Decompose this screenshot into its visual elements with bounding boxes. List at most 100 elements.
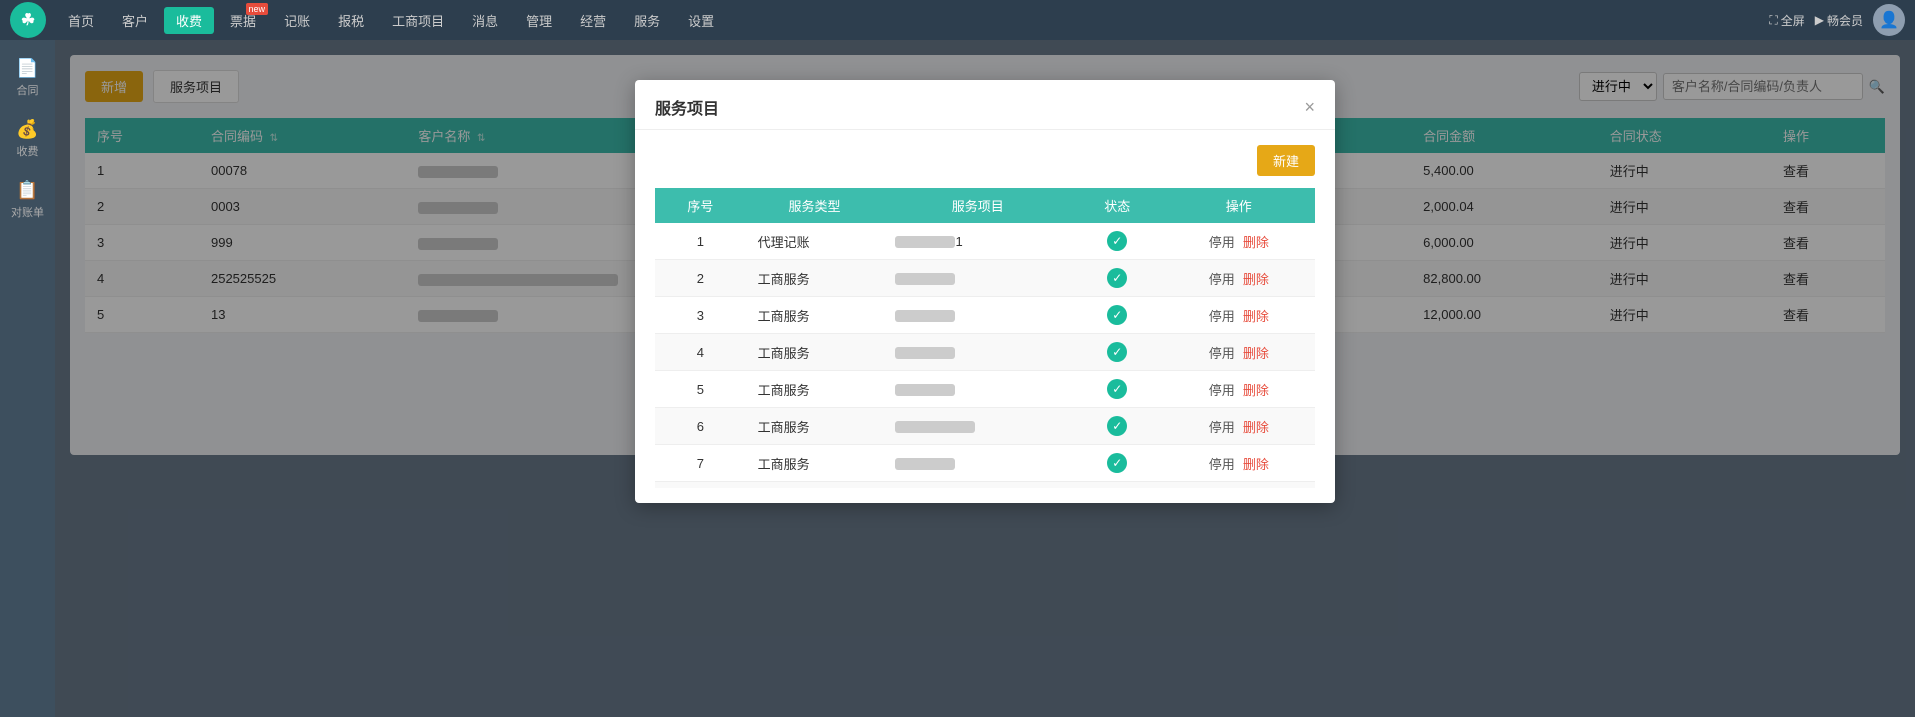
modal-td-actions: 停用删除 [1163,260,1315,297]
user-avatar[interactable]: 👤 [1873,4,1905,36]
modal-table-row: 3工商服务 ✓ 停用删除 [655,297,1315,334]
member-button[interactable]: ▶ 畅会员 [1815,12,1863,29]
modal-new-button[interactable]: 新建 [1257,145,1315,176]
modal-td-item [883,297,1072,334]
delete-button[interactable]: 删除 [1243,457,1269,472]
sidebar-item-fee[interactable]: 💰 收费 [0,111,55,167]
modal-th-status: 状态 [1072,188,1163,223]
modal-td-status: ✓ [1072,371,1163,408]
logo-icon: ☘ [21,10,35,30]
sidebar-item-reconciliation-label: 对账单 [11,204,44,220]
modal-td-status: ✓ [1072,297,1163,334]
disable-button[interactable]: 停用 [1209,420,1235,435]
status-check-icon: ✓ [1107,268,1127,288]
modal-th-item: 服务项目 [883,188,1072,223]
modal-td-actions: 停用删除 [1163,371,1315,408]
modal-td-actions: 停用删除 [1163,223,1315,260]
status-check-icon: ✓ [1107,305,1127,325]
modal-td-num: 2 [655,260,746,297]
disable-button[interactable]: 停用 [1209,457,1235,472]
modal-overlay: 服务项目 × 新建 序号 服务类型 服务项目 [55,40,1915,717]
modal-body: 新建 序号 服务类型 服务项目 状态 操作 [635,130,1335,503]
new-badge-tag: new [246,3,269,15]
modal-td-status: ✓ [1072,223,1163,260]
nav-message[interactable]: 消息 [460,7,510,34]
modal-td-num: 4 [655,334,746,371]
nav-business[interactable]: 工商项目 [380,7,456,34]
nav-invoice-label: 票据 [230,14,256,29]
modal-td-type: 代理记账 [746,223,884,260]
modal-td-num: 1 [655,223,746,260]
modal-td-item [883,445,1072,482]
modal-td-status: ✓ [1072,445,1163,482]
top-nav-right: ⛶ 全屏 ▶ 畅会员 👤 [1769,4,1905,36]
modal-td-status: ✓ [1072,334,1163,371]
app-body: 📄 合同 💰 收费 📋 对账单 新增 服务项目 进行中 已完成 已终止 [0,40,1915,717]
modal-td-num: 7 [655,445,746,482]
disable-button[interactable]: 停用 [1209,346,1235,361]
nav-fee[interactable]: 收费 [164,7,214,34]
modal-td-actions: 停用删除 [1163,297,1315,334]
contract-icon: 📄 [16,58,38,79]
delete-button[interactable]: 删除 [1243,420,1269,435]
status-check-icon: ✓ [1107,379,1127,399]
delete-button[interactable]: 删除 [1243,272,1269,287]
delete-button[interactable]: 删除 [1243,346,1269,361]
sidebar: 📄 合同 💰 收费 📋 对账单 [0,40,55,717]
nav-home[interactable]: 首页 [56,7,106,34]
modal-td-num: 3 [655,297,746,334]
nav-invoice[interactable]: 票据 new [218,7,268,34]
app-logo[interactable]: ☘ [10,2,46,38]
delete-button[interactable]: 删除 [1243,383,1269,398]
modal-td-item [883,408,1072,445]
modal-td-status: ✓ [1072,482,1163,489]
status-check-icon: ✓ [1107,416,1127,436]
service-modal: 服务项目 × 新建 序号 服务类型 服务项目 [635,80,1335,503]
modal-td-item [883,334,1072,371]
status-check-icon: ✓ [1107,453,1127,473]
modal-td-actions: 停用删除 [1163,408,1315,445]
avatar-icon: 👤 [1879,10,1899,30]
modal-td-item: 1 [883,223,1072,260]
modal-td-item [883,371,1072,408]
modal-table-row: 7工商服务✓停用删除 [655,445,1315,482]
modal-td-num: 6 [655,408,746,445]
delete-button[interactable]: 删除 [1243,235,1269,250]
modal-table-row: 2工商服务✓停用删除 [655,260,1315,297]
reconciliation-icon: 📋 [16,180,38,201]
nav-operation[interactable]: 经营 [568,7,618,34]
modal-td-type: 工商服务 [746,408,884,445]
sidebar-item-contract-label: 合同 [17,82,39,98]
modal-toolbar: 新建 [655,145,1315,176]
delete-button[interactable]: 删除 [1243,309,1269,324]
fullscreen-label: 全屏 [1781,12,1805,29]
modal-table-wrapper: 序号 服务类型 服务项目 状态 操作 1代理记账1✓停用删除2工商服务✓停用删除… [655,188,1315,488]
main-content: 新增 服务项目 进行中 已完成 已终止 🔍 序号 合同编 [55,40,1915,717]
modal-td-num: 5 [655,371,746,408]
modal-header: 服务项目 × [635,80,1335,130]
modal-td-type: 工商服务 [746,371,884,408]
status-check-icon: ✓ [1107,231,1127,251]
modal-td-actions: 停用删除 [1163,482,1315,489]
fullscreen-icon: ⛶ [1769,13,1777,28]
disable-button[interactable]: 停用 [1209,235,1235,250]
modal-close-button[interactable]: × [1304,98,1315,116]
fullscreen-button[interactable]: ⛶ 全屏 [1769,12,1804,29]
disable-button[interactable]: 停用 [1209,383,1235,398]
sidebar-item-reconciliation[interactable]: 📋 对账单 [0,172,55,228]
status-check-icon: ✓ [1107,342,1127,362]
modal-td-type: 工商服务 [746,297,884,334]
top-nav: ☘ 首页 客户 收费 票据 new 记账 报税 工商项目 消息 管理 经营 服务… [0,0,1915,40]
nav-manage[interactable]: 管理 [514,7,564,34]
nav-service[interactable]: 服务 [622,7,672,34]
sidebar-item-contract[interactable]: 📄 合同 [0,50,55,106]
modal-table-row: 8工商服务注册✓停用删除 [655,482,1315,489]
disable-button[interactable]: 停用 [1209,272,1235,287]
nav-customer[interactable]: 客户 [110,7,160,34]
disable-button[interactable]: 停用 [1209,309,1235,324]
nav-settings[interactable]: 设置 [676,7,726,34]
nav-bookkeeping[interactable]: 记账 [272,7,322,34]
modal-td-status: ✓ [1072,260,1163,297]
nav-tax[interactable]: 报税 [326,7,376,34]
modal-table-body: 1代理记账1✓停用删除2工商服务✓停用删除3工商服务✓停用删除4工商服务✓停用删… [655,223,1315,488]
